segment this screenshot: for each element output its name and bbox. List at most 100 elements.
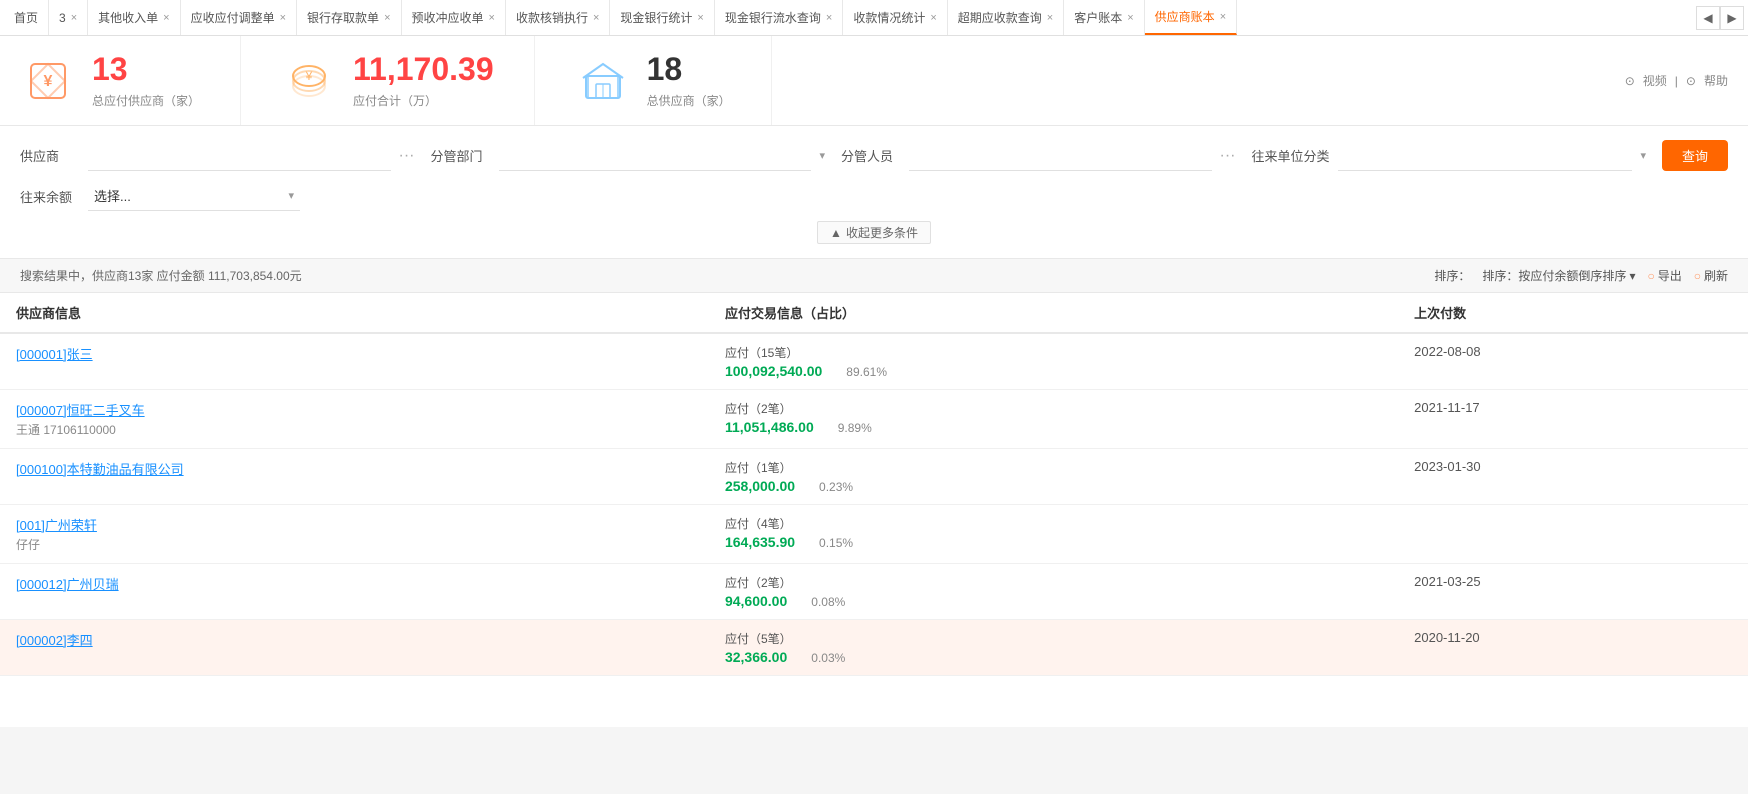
close-icon[interactable]: × <box>1047 12 1053 24</box>
tx-amount: 164,635.90 <box>725 534 795 550</box>
nav-tab-cash-bank-query[interactable]: 现金银行流水查询 × <box>715 0 843 35</box>
dept-filter-input[interactable] <box>499 141 812 171</box>
close-icon[interactable]: × <box>1220 11 1226 23</box>
nav-tab-3[interactable]: 3 × <box>49 0 88 35</box>
close-icon[interactable]: × <box>280 12 286 24</box>
last-payment-cell: 2023-01-30 <box>1398 449 1748 505</box>
category-chevron-down-icon[interactable]: ▾ <box>1640 149 1646 162</box>
supplier-info-cell: [000012]广州贝瑞 <box>0 564 709 620</box>
nav-tab-ar-ap-adjust[interactable]: 应收应付调整单 × <box>181 0 297 35</box>
close-icon[interactable]: × <box>593 12 599 24</box>
table-body: [000001]张三 应付（15笔） 100,092,540.00 89.61%… <box>0 333 1748 676</box>
tx-amount: 258,000.00 <box>725 478 795 494</box>
nav-tab-overdue-ar[interactable]: 超期应收款查询 × <box>948 0 1064 35</box>
tx-amount: 94,600.00 <box>725 593 787 609</box>
supplier-info-cell: [000007]恒旺二手叉车 王通 17106110000 <box>0 390 709 449</box>
nav-tab-bank-deposit[interactable]: 银行存取款单 × <box>297 0 401 35</box>
close-icon[interactable]: × <box>71 12 77 24</box>
tx-info-cell: 应付（4笔） 164,635.90 0.15% <box>709 505 1398 564</box>
tx-row: 164,635.90 0.15% <box>725 532 1382 550</box>
last-payment-cell <box>1398 505 1748 564</box>
supplier-link[interactable]: [000002]李四 <box>16 630 693 649</box>
help-icon: ⊙ <box>1686 74 1696 88</box>
refresh-label: 刷新 <box>1704 267 1728 284</box>
close-icon[interactable]: × <box>489 12 495 24</box>
supplier-link[interactable]: [000007]恒旺二手叉车 <box>16 400 693 419</box>
supplier-filter-input[interactable] <box>88 141 391 171</box>
close-icon[interactable]: × <box>697 12 703 24</box>
refresh-button[interactable]: ○ 刷新 <box>1694 267 1728 284</box>
collapse-button[interactable]: ▲ 收起更多条件 <box>817 221 931 244</box>
close-icon[interactable]: × <box>384 12 390 24</box>
person-filter-dots[interactable]: ··· <box>1220 147 1236 165</box>
col-last-payment: 上次付数 <box>1398 293 1748 333</box>
tx-row: 94,600.00 0.08% <box>725 591 1382 609</box>
nav-tab-home[interactable]: 首页 <box>4 0 49 35</box>
supplier-info-cell: [001]广州荣轩 仔仔 <box>0 505 709 564</box>
balance-filter-group: 往来余额 选择... ▾ <box>20 181 300 211</box>
person-filter-input[interactable] <box>909 141 1212 171</box>
tx-label: 应付（1笔） <box>725 459 1382 476</box>
sort-label: 排序： <box>1434 267 1470 284</box>
nav-tab-prepay-ar[interactable]: 预收冲应收单 × <box>402 0 506 35</box>
nav-tab-collection-verify-label: 收款核销执行 <box>516 9 588 26</box>
tx-amount: 32,366.00 <box>725 649 787 665</box>
nav-tab-collection-stat[interactable]: 收款情况统计 × <box>843 0 947 35</box>
supplier-sub: 仔仔 <box>16 536 693 553</box>
balance-filter-label: 往来余额 <box>20 187 80 206</box>
export-button[interactable]: ○ 导出 <box>1647 267 1681 284</box>
table-header: 供应商信息 应付交易信息（占比） 上次付数 <box>0 293 1748 333</box>
close-icon[interactable]: × <box>826 12 832 24</box>
sort-chevron-down-icon: ▾ <box>1629 269 1635 283</box>
tx-label: 应付（5笔） <box>725 630 1382 647</box>
nav-next-arrow[interactable]: ▶ <box>1720 6 1744 30</box>
supplier-filter-dots[interactable]: ··· <box>399 147 415 165</box>
close-icon[interactable]: × <box>930 12 936 24</box>
result-bar: 搜索结果中，供应商13家 应付金额 111,703,854.00元 排序： 排序… <box>0 259 1748 293</box>
supplier-link[interactable]: [000001]张三 <box>16 344 693 363</box>
stat-payable-amount: ¥ 11,170.39 应付合计（万） <box>281 36 535 125</box>
close-icon[interactable]: × <box>163 12 169 24</box>
supplier-link[interactable]: [000012]广州贝瑞 <box>16 574 693 593</box>
tx-info-cell: 应付（15笔） 100,092,540.00 89.61% <box>709 333 1398 390</box>
stat-payable-suppliers-info: 13 总应付供应商（家） <box>92 52 200 108</box>
nav-tab-other-income-label: 其他收入单 <box>98 9 158 26</box>
supplier-info-cell: [000001]张三 <box>0 333 709 390</box>
nav-prev-arrow[interactable]: ◀ <box>1696 6 1720 30</box>
balance-chevron-down-icon[interactable]: ▾ <box>288 189 294 202</box>
supplier-link[interactable]: [000100]本特勤油品有限公司 <box>16 459 693 478</box>
help-link[interactable]: 帮助 <box>1704 72 1728 89</box>
category-filter-input[interactable] <box>1338 141 1633 171</box>
category-filter-label: 往来单位分类 <box>1252 146 1330 165</box>
nav-tab-collection-verify[interactable]: 收款核销执行 × <box>506 0 610 35</box>
table-row: [000002]李四 应付（5笔） 32,366.00 0.03% 2020-1… <box>0 620 1748 676</box>
table-row: [000001]张三 应付（15笔） 100,092,540.00 89.61%… <box>0 333 1748 390</box>
diamond-icon: ¥ <box>20 53 76 109</box>
tx-info-cell: 应付（2笔） 94,600.00 0.08% <box>709 564 1398 620</box>
supplier-filter-label: 供应商 <box>20 146 80 165</box>
supplier-info-cell: [000100]本特勤油品有限公司 <box>0 449 709 505</box>
nav-tab-customer-ledger[interactable]: 客户账本 × <box>1064 0 1144 35</box>
stat-total-suppliers-number: 18 <box>647 52 731 87</box>
nav-tab-cash-bank-stat[interactable]: 现金银行统计 × <box>610 0 714 35</box>
refresh-circle-icon: ○ <box>1694 269 1701 283</box>
query-button[interactable]: 查询 <box>1662 140 1728 171</box>
tx-percent: 0.08% <box>811 595 845 609</box>
balance-filter-select[interactable]: 选择... ▾ <box>88 181 300 211</box>
tx-info-cell: 应付（2笔） 11,051,486.00 9.89% <box>709 390 1398 449</box>
sort-select[interactable]: 排序：按应付余额倒序排序 ▾ <box>1482 267 1635 284</box>
tx-percent: 0.23% <box>819 480 853 494</box>
nav-tab-supplier-ledger[interactable]: 供应商账本 × <box>1145 0 1237 35</box>
nav-tab-other-income[interactable]: 其他收入单 × <box>88 0 180 35</box>
video-link[interactable]: 视频 <box>1643 72 1667 89</box>
supplier-link[interactable]: [001]广州荣轩 <box>16 515 693 534</box>
store-icon <box>575 53 631 109</box>
tx-label: 应付（2笔） <box>725 574 1382 591</box>
filter-area: 供应商 ··· 分管部门 ▾ 分管人员 ··· 往来单位分类 ▾ 查询 往来余额… <box>0 126 1748 259</box>
close-icon[interactable]: × <box>1127 12 1133 24</box>
filter-row-2: 往来余额 选择... ▾ <box>20 181 1728 211</box>
tx-amount: 100,092,540.00 <box>725 363 822 379</box>
dept-chevron-down-icon[interactable]: ▾ <box>819 149 825 162</box>
nav-tab-bank-deposit-label: 银行存取款单 <box>307 9 379 26</box>
export-label: 导出 <box>1658 267 1682 284</box>
